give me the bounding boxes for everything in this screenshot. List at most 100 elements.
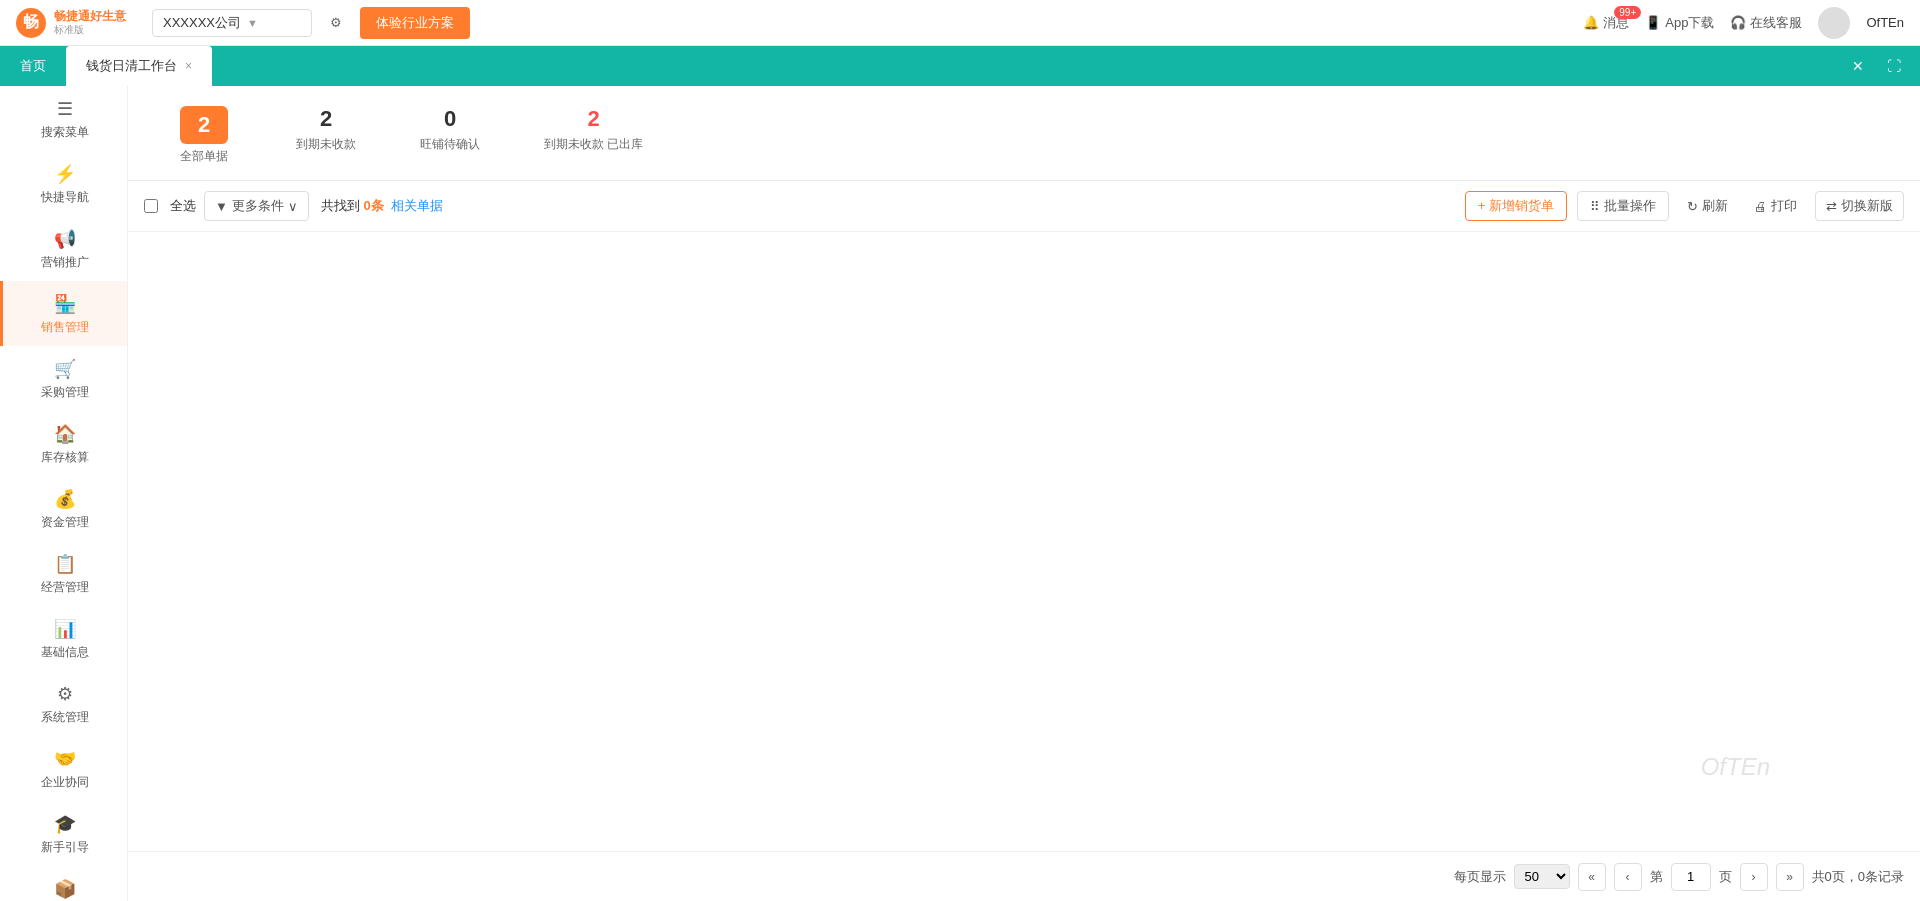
stat-number-2: 0 [444, 106, 456, 132]
tab-right-actions: ✕ ⛶ [1844, 52, 1920, 80]
total-label: 共0页，0条记录 [1812, 868, 1904, 886]
page-input[interactable] [1671, 863, 1711, 891]
header-right: 🔔 消息 99+ 📱 App下载 🎧 在线客服 OfTEn [1583, 7, 1904, 39]
per-page-label: 每页显示 [1454, 868, 1506, 886]
switch-version-btn[interactable]: ⇄ 切换新版 [1815, 191, 1904, 221]
content-area: 2 全部单据 2 到期未收款 0 旺铺待确认 2 到期未收款 已出库 全选 ▼ … [128, 86, 1920, 901]
message-btn[interactable]: 🔔 消息 99+ [1583, 14, 1629, 32]
app-download-label: App下载 [1665, 14, 1714, 32]
filter-btn[interactable]: ▼ 更多条件 ∨ [204, 191, 309, 221]
per-page-select[interactable]: 50 100 200 [1514, 864, 1570, 889]
avatar[interactable] [1818, 7, 1850, 39]
search-menu-label: 搜索菜单 [41, 124, 89, 141]
first-page-btn[interactable]: « [1578, 863, 1606, 891]
add-sales-btn[interactable]: + 新增销货单 [1465, 191, 1567, 221]
sidebar-item-app-center[interactable]: 📦 应用中心 [0, 866, 127, 901]
guide-label: 新手引导 [41, 839, 89, 856]
logo-sub: 标准版 [54, 24, 126, 36]
quick-nav-icon: ⚡ [54, 163, 76, 185]
sidebar-item-basic-info[interactable]: 📊 基础信息 [0, 606, 127, 671]
logo-area: 畅 畅捷通好生意 标准版 [16, 8, 144, 38]
system-label: 系统管理 [41, 709, 89, 726]
company-selector[interactable]: XXXXXX公司 ▼ [152, 9, 312, 37]
batch-btn[interactable]: ⠿ 批量操作 [1577, 191, 1669, 221]
select-all-checkbox[interactable] [144, 199, 158, 213]
company-name: XXXXXX公司 [163, 14, 241, 32]
found-text: 共找到 0条 相关单据 [321, 197, 443, 215]
headset-icon: 🎧 [1730, 15, 1746, 30]
last-page-btn[interactable]: » [1776, 863, 1804, 891]
prev-page-btn[interactable]: ‹ [1614, 863, 1642, 891]
operation-label: 经营管理 [41, 579, 89, 596]
page-suffix: 页 [1719, 868, 1732, 886]
tab-home[interactable]: 首页 [0, 46, 66, 86]
next-page-btn[interactable]: › [1740, 863, 1768, 891]
logo-title: 畅捷通好生意 [54, 9, 126, 23]
purchase-icon: 🛒 [54, 358, 76, 380]
sales-label: 销售管理 [41, 319, 89, 336]
sidebar-item-enterprise-coop[interactable]: 🤝 企业协同 [0, 736, 127, 801]
stat-label-0: 全部单据 [180, 148, 228, 165]
system-icon: ⚙ [54, 683, 76, 705]
stat-label-2: 旺铺待确认 [420, 136, 480, 153]
stat-number-3: 2 [588, 106, 600, 132]
tab-qhrc[interactable]: 钱货日清工作台 × [66, 46, 212, 86]
stat-number-0: 2 [180, 106, 228, 144]
basic-info-icon: 📊 [54, 618, 76, 640]
sidebar-item-operation[interactable]: 📋 经营管理 [0, 541, 127, 606]
sidebar-item-finance[interactable]: 💰 资金管理 [0, 476, 127, 541]
quick-nav-label: 快捷导航 [41, 189, 89, 206]
stat-tab-2[interactable]: 0 旺铺待确认 [388, 98, 512, 180]
online-service-label: 在线客服 [1750, 14, 1802, 32]
sidebar-item-inventory[interactable]: 🏠 库存核算 [0, 411, 127, 476]
app-center-icon: 📦 [54, 878, 76, 900]
tab-minimize-btn[interactable]: ✕ [1844, 52, 1872, 80]
refresh-icon: ↻ [1687, 199, 1698, 214]
switch-icon: ⇄ [1826, 199, 1837, 214]
purchase-label: 采购管理 [41, 384, 89, 401]
trial-btn[interactable]: 体验行业方案 [360, 7, 470, 39]
related-link[interactable]: 相关单据 [391, 198, 443, 213]
chevron-icon: ∨ [288, 199, 298, 214]
app-download-btn[interactable]: 📱 App下载 [1645, 14, 1714, 32]
phone-icon: 📱 [1645, 15, 1661, 30]
toolbar-right: + 新增销货单 ⠿ 批量操作 ↻ 刷新 🖨 打印 ⇄ 切换新版 [1465, 191, 1904, 221]
user-name: OfTEn [1866, 15, 1904, 30]
batch-icon: ⠿ [1590, 199, 1600, 214]
sidebar-item-quick-nav[interactable]: ⚡ 快捷导航 [0, 151, 127, 216]
refresh-btn[interactable]: ↻ 刷新 [1679, 192, 1736, 220]
stat-label-3: 到期未收款 已出库 [544, 136, 643, 153]
sidebar-item-search-menu[interactable]: ☰ 搜索菜单 [0, 86, 127, 151]
bell-icon: 🔔 [1583, 15, 1599, 30]
tab-expand-btn[interactable]: ⛶ [1880, 52, 1908, 80]
stat-tab-1[interactable]: 2 到期未收款 [264, 98, 388, 180]
switch-label: 切换新版 [1841, 197, 1893, 215]
stat-tab-0[interactable]: 2 全部单据 [144, 98, 264, 180]
stat-number-1: 2 [320, 106, 332, 132]
sidebar: ☰ 搜索菜单 ⚡ 快捷导航 📢 营销推广 🏪 销售管理 🛒 采购管理 🏠 库存核… [0, 86, 128, 901]
select-all-label: 全选 [170, 197, 196, 215]
stat-label-1: 到期未收款 [296, 136, 356, 153]
sales-icon: 🏪 [54, 293, 76, 315]
online-service-btn[interactable]: 🎧 在线客服 [1730, 14, 1802, 32]
print-btn[interactable]: 🖨 打印 [1746, 192, 1805, 220]
table-area [128, 232, 1920, 851]
tab-close-icon[interactable]: × [185, 46, 192, 86]
sidebar-item-marketing[interactable]: 📢 营销推广 [0, 216, 127, 281]
sidebar-item-sales[interactable]: 🏪 销售管理 [0, 281, 127, 346]
pagination-bar: 每页显示 50 100 200 « ‹ 第 页 › » 共0页，0条记录 [128, 851, 1920, 901]
sidebar-item-purchase[interactable]: 🛒 采购管理 [0, 346, 127, 411]
marketing-icon: 📢 [54, 228, 76, 250]
page-label: 第 [1650, 868, 1663, 886]
batch-label: 批量操作 [1604, 197, 1656, 215]
gear-button[interactable]: ⚙ [320, 7, 352, 39]
finance-label: 资金管理 [41, 514, 89, 531]
stat-tab-3[interactable]: 2 到期未收款 已出库 [512, 98, 675, 180]
stats-tabs: 2 全部单据 2 到期未收款 0 旺铺待确认 2 到期未收款 已出库 [128, 86, 1920, 181]
chevron-down-icon: ▼ [247, 17, 258, 29]
sidebar-item-guide[interactable]: 🎓 新手引导 [0, 801, 127, 866]
print-label: 打印 [1771, 197, 1797, 215]
logo-icon: 畅 [16, 8, 46, 38]
sidebar-item-system[interactable]: ⚙ 系统管理 [0, 671, 127, 736]
main-layout: ☰ 搜索菜单 ⚡ 快捷导航 📢 营销推广 🏪 销售管理 🛒 采购管理 🏠 库存核… [0, 86, 1920, 901]
